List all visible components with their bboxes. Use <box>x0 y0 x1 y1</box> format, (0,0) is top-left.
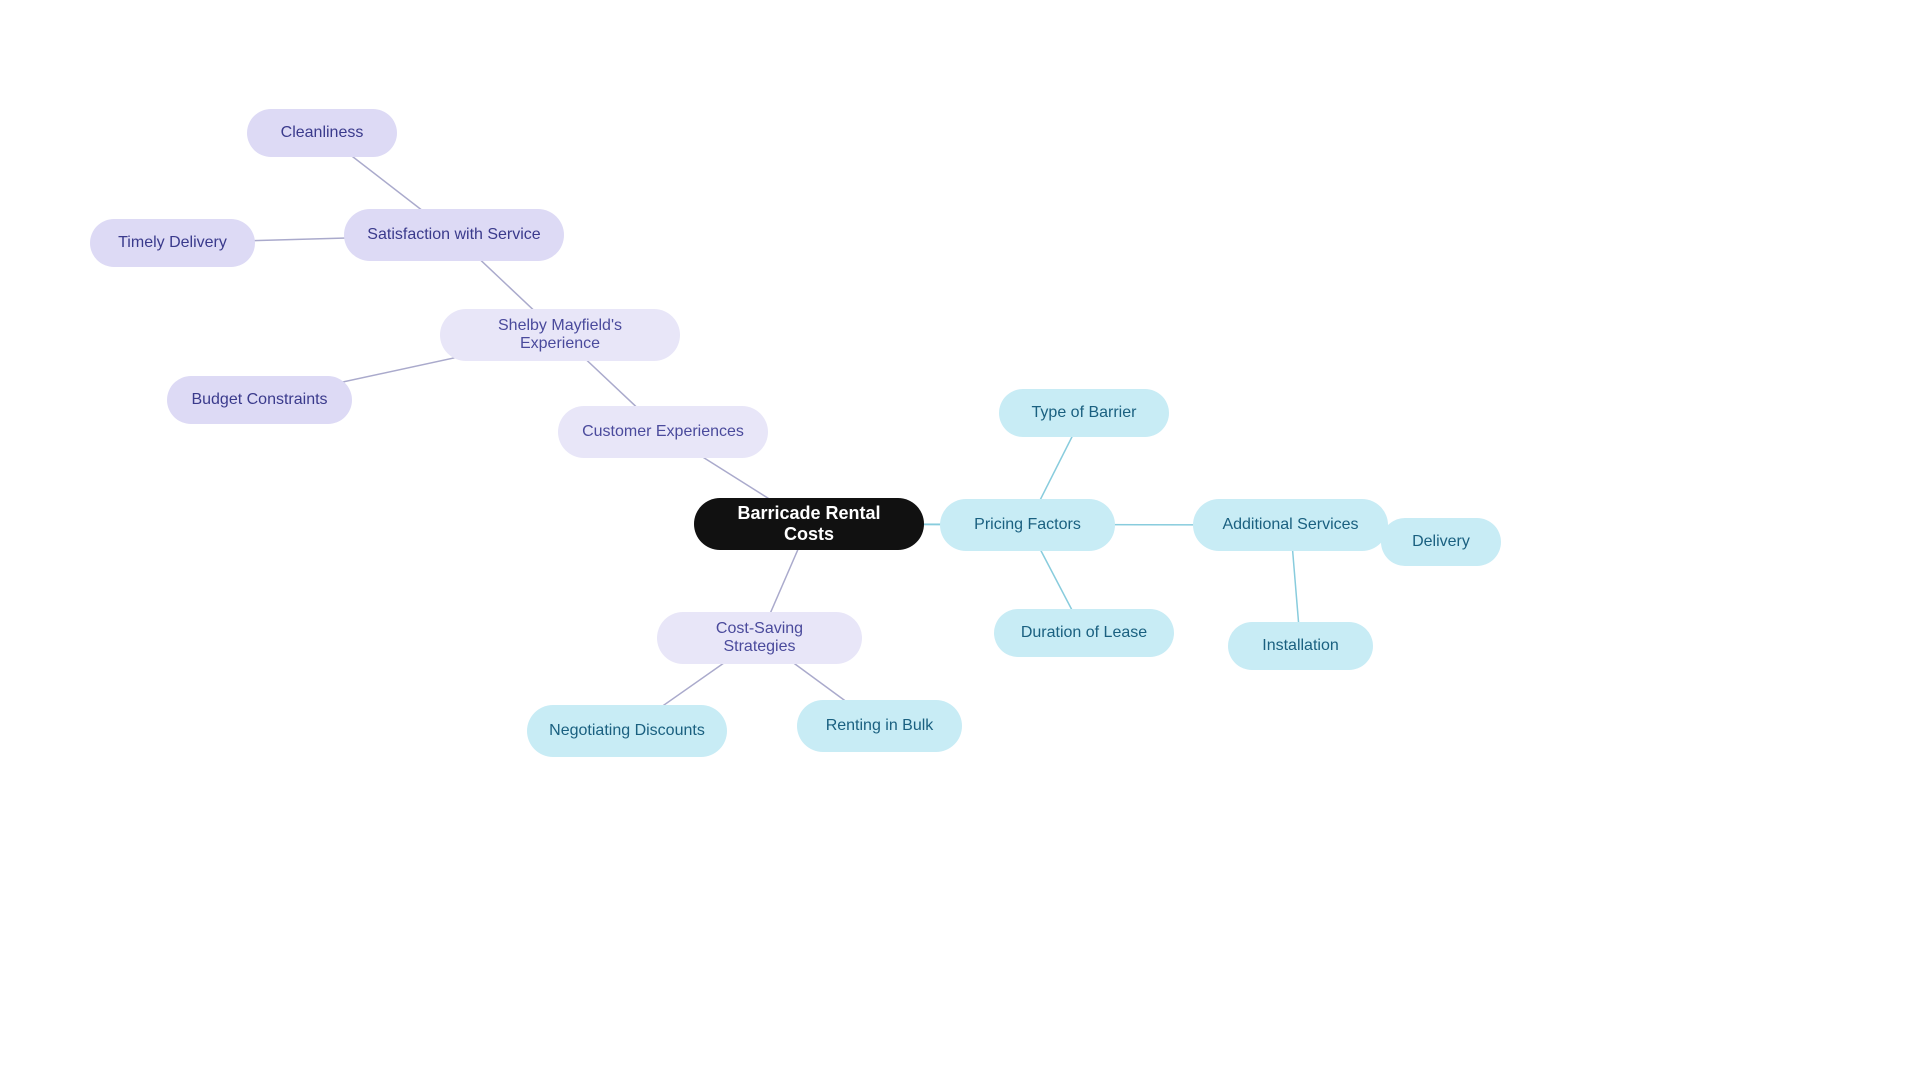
satisfaction-service-node[interactable]: Satisfaction with Service <box>344 209 564 261</box>
additional-services-node[interactable]: Additional Services <box>1193 499 1388 551</box>
timely-delivery-node[interactable]: Timely Delivery <box>90 219 255 267</box>
negotiating-discounts-node[interactable]: Negotiating Discounts <box>527 705 727 757</box>
renting-in-bulk-node[interactable]: Renting in Bulk <box>797 700 962 752</box>
delivery-node[interactable]: Delivery <box>1381 518 1501 566</box>
budget-constraints-node[interactable]: Budget Constraints <box>167 376 352 424</box>
pricing-factors-node[interactable]: Pricing Factors <box>940 499 1115 551</box>
center-node[interactable]: Barricade Rental Costs <box>694 498 924 550</box>
cost-saving-strategies-node[interactable]: Cost-Saving Strategies <box>657 612 862 664</box>
shelby-experience-node[interactable]: Shelby Mayfield's Experience <box>440 309 680 361</box>
duration-of-lease-node[interactable]: Duration of Lease <box>994 609 1174 657</box>
installation-node[interactable]: Installation <box>1228 622 1373 670</box>
type-of-barrier-node[interactable]: Type of Barrier <box>999 389 1169 437</box>
cleanliness-node[interactable]: Cleanliness <box>247 109 397 157</box>
customer-experiences-node[interactable]: Customer Experiences <box>558 406 768 458</box>
